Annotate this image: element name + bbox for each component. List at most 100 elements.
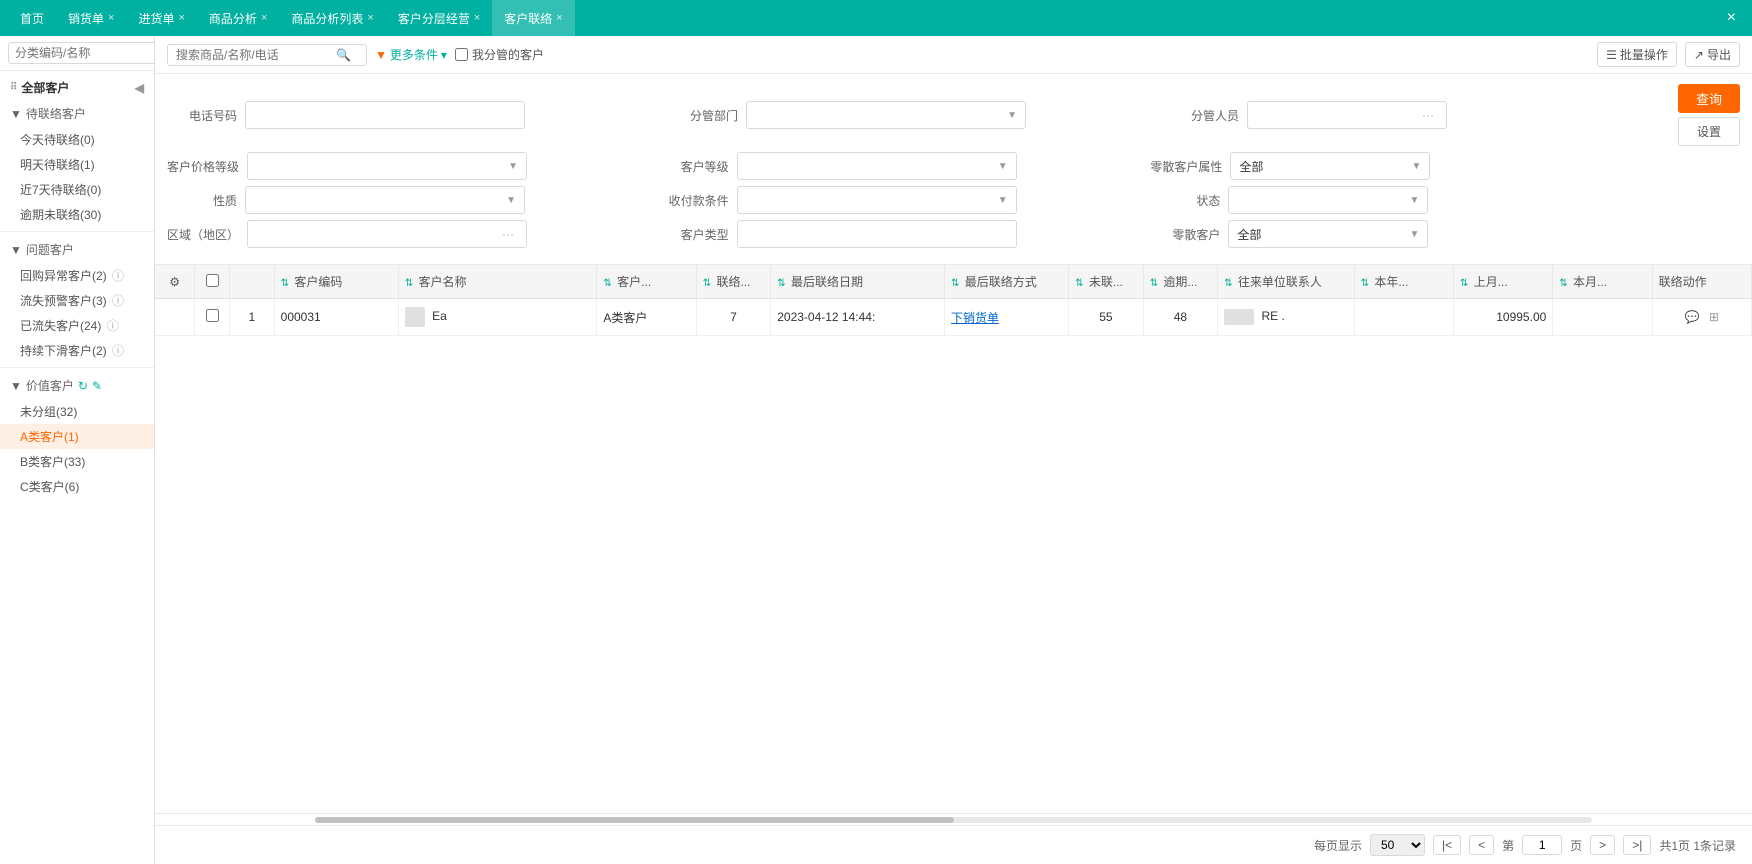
nav-product-analysis[interactable]: 商品分析 × <box>197 0 279 36</box>
retail-customer-dropdown[interactable]: 全部 ▼ <box>1228 220 1428 248</box>
col-header-last-method[interactable]: ⇅ 最后联络方式 <box>945 265 1069 299</box>
batch-icon: ☰ <box>1606 48 1617 62</box>
col-header-name[interactable]: ⇅ 客户名称 <box>398 265 597 299</box>
close-product-analysis[interactable]: × <box>261 12 267 24</box>
next-page-btn[interactable]: > <box>1590 835 1615 855</box>
col-header-contact[interactable]: ⇅ 联络... <box>696 265 770 299</box>
col-header-type[interactable]: ⇅ 客户... <box>597 265 696 299</box>
per-page-select[interactable]: 50 20 100 <box>1370 834 1425 856</box>
row-checkbox-cell[interactable] <box>195 299 230 336</box>
horizontal-scrollbar[interactable] <box>155 813 1752 825</box>
col-header-last-date[interactable]: ⇅ 最后联络日期 <box>771 265 945 299</box>
sidebar-item-today[interactable]: 今天待联络(0) <box>0 127 154 152</box>
query-button[interactable]: 查询 <box>1678 84 1740 113</box>
sidebar-search-input[interactable] <box>8 42 155 64</box>
col-header-action[interactable]: 联络动作 <box>1652 265 1751 299</box>
nav-purchase-order[interactable]: 进货单 × <box>126 0 196 36</box>
search-input[interactable] <box>176 48 336 62</box>
table-header-row: ⚙ ⇅ 客户编码 ⇅ 客户名称 <box>155 265 1752 299</box>
sidebar-item-declining[interactable]: 持续下滑客户(2) ⓘ <box>0 338 154 363</box>
retail-attr-dropdown[interactable]: 全部 ▼ <box>1230 152 1430 180</box>
gear-icon[interactable]: ⚙ <box>169 275 180 289</box>
customer-type-dropdown[interactable] <box>737 220 1017 248</box>
col-header-this-year[interactable]: ⇅ 本年... <box>1354 265 1453 299</box>
action-buttons: 查询 设置 <box>1678 84 1740 146</box>
sort-icon-no-contact: ⇅ <box>1075 278 1083 289</box>
col-header-checkbox[interactable] <box>195 265 230 299</box>
customer-level-dropdown[interactable]: ▼ <box>737 152 1017 180</box>
data-table: ⚙ ⇅ 客户编码 ⇅ 客户名称 <box>155 265 1752 336</box>
manager-more-icon[interactable]: ··· <box>1418 108 1438 122</box>
nav-sales-order[interactable]: 销货单 × <box>56 0 126 36</box>
my-customers-checkbox[interactable]: 我分管的客户 <box>455 46 544 63</box>
sort-icon-contact: ⇅ <box>703 278 711 289</box>
col-header-overdue[interactable]: ⇅ 逾期... <box>1143 265 1217 299</box>
scrollbar-thumb[interactable] <box>315 817 954 823</box>
my-customers-check[interactable] <box>455 48 468 61</box>
sidebar-item-churn-warning[interactable]: 流失预警客户(3) ⓘ <box>0 288 154 313</box>
row-num-cell: 1 <box>229 299 274 336</box>
arrow-down-icon-3: ▼ <box>10 379 22 393</box>
value-customers-group[interactable]: ▼ 价值客户 ↻ ✎ <box>0 372 154 399</box>
sidebar-item-ungrouped[interactable]: 未分组(32) <box>0 399 154 424</box>
action-qr-icon[interactable]: ⊞ <box>1709 310 1719 324</box>
problem-customers-group[interactable]: ▼ 问题客户 <box>0 236 154 263</box>
payment-dropdown[interactable]: ▼ <box>737 186 1017 214</box>
action-chat-icon[interactable]: 💬 <box>1685 310 1700 324</box>
select-all-checkbox[interactable] <box>206 274 219 287</box>
filter-search-icon[interactable]: 🔍 <box>336 48 351 62</box>
sidebar-item-b-class[interactable]: B类客户(33) <box>0 449 154 474</box>
manager-dropdown[interactable]: ··· <box>1247 101 1447 129</box>
nav-home[interactable]: 首页 <box>8 0 56 36</box>
page-number-input[interactable] <box>1522 835 1562 855</box>
col-header-unit-contact[interactable]: ⇅ 往来单位联系人 <box>1218 265 1355 299</box>
price-level-dropdown[interactable]: ▼ <box>247 152 527 180</box>
sidebar-collapse-btn[interactable]: ◀ <box>135 81 144 95</box>
settings-button[interactable]: 设置 <box>1678 117 1740 146</box>
sidebar-item-tomorrow[interactable]: 明天待联络(1) <box>0 152 154 177</box>
nav-customer-contact[interactable]: 客户联络 × <box>492 0 574 36</box>
export-btn[interactable]: ↗ 导出 <box>1685 42 1740 67</box>
col-header-code[interactable]: ⇅ 客户编码 <box>274 265 398 299</box>
sidebar-item-c-class[interactable]: C类客户(6) <box>0 474 154 499</box>
last-method-link[interactable]: 下销货单 <box>951 311 999 325</box>
close-customer-segment[interactable]: × <box>474 12 480 24</box>
nav-product-analysis-list[interactable]: 商品分析列表 × <box>279 0 385 36</box>
advanced-filter-panel: 电话号码 分管部门 ▼ 分管人员 ··· <box>155 74 1752 265</box>
edit-value-icon[interactable]: ✎ <box>92 379 102 393</box>
sidebar-item-churned[interactable]: 已流失客户(24) ⓘ <box>0 313 154 338</box>
prev-page-btn[interactable]: < <box>1469 835 1494 855</box>
pending-contact-group[interactable]: ▼ 待联络客户 <box>0 100 154 127</box>
col-header-no-contact[interactable]: ⇅ 未联... <box>1069 265 1143 299</box>
last-page-btn[interactable]: >| <box>1623 835 1651 855</box>
col-header-last-month[interactable]: ⇅ 上月... <box>1453 265 1552 299</box>
refresh-icon[interactable]: ↻ <box>78 379 88 393</box>
more-conditions-btn[interactable]: ▼ 更多条件 ▾ <box>375 46 447 63</box>
sidebar-item-a-class[interactable]: A类客户(1) <box>0 424 154 449</box>
sidebar-item-7days[interactable]: 近7天待联络(0) <box>0 177 154 202</box>
status-dropdown[interactable]: ▼ <box>1228 186 1428 214</box>
col-header-this-month[interactable]: ⇅ 本月... <box>1553 265 1652 299</box>
region-more-icon[interactable]: ··· <box>498 227 518 241</box>
first-page-btn[interactable]: |< <box>1433 835 1461 855</box>
nature-dropdown[interactable]: ▼ <box>245 186 525 214</box>
col-header-gear[interactable]: ⚙ <box>155 265 195 299</box>
sort-icon-this-year: ⇅ <box>1361 278 1369 289</box>
close-purchase-order[interactable]: × <box>178 12 184 24</box>
close-sales-order[interactable]: × <box>108 12 114 24</box>
scrollbar-track <box>315 817 1592 823</box>
dept-dropdown[interactable]: ▼ <box>746 101 1026 129</box>
row-checkbox[interactable] <box>206 309 219 322</box>
sidebar-item-overdue-contact[interactable]: 逾期未联络(30) <box>0 202 154 227</box>
phone-input[interactable] <box>245 101 525 129</box>
batch-operation-btn[interactable]: ☰ 批量操作 <box>1597 42 1677 67</box>
close-product-analysis-list[interactable]: × <box>367 12 373 24</box>
region-dropdown[interactable]: ··· <box>247 220 527 248</box>
nav-customer-segment[interactable]: 客户分层经营 × <box>386 0 492 36</box>
close-all-tabs[interactable]: × <box>1719 9 1744 27</box>
sort-icon-overdue: ⇅ <box>1150 278 1158 289</box>
close-customer-contact[interactable]: × <box>556 12 562 24</box>
data-table-container: ⚙ ⇅ 客户编码 ⇅ 客户名称 <box>155 265 1752 813</box>
info-icon-4: ⓘ <box>112 344 124 358</box>
sidebar-item-repurchase-abnormal[interactable]: 回购异常客户(2) ⓘ <box>0 263 154 288</box>
